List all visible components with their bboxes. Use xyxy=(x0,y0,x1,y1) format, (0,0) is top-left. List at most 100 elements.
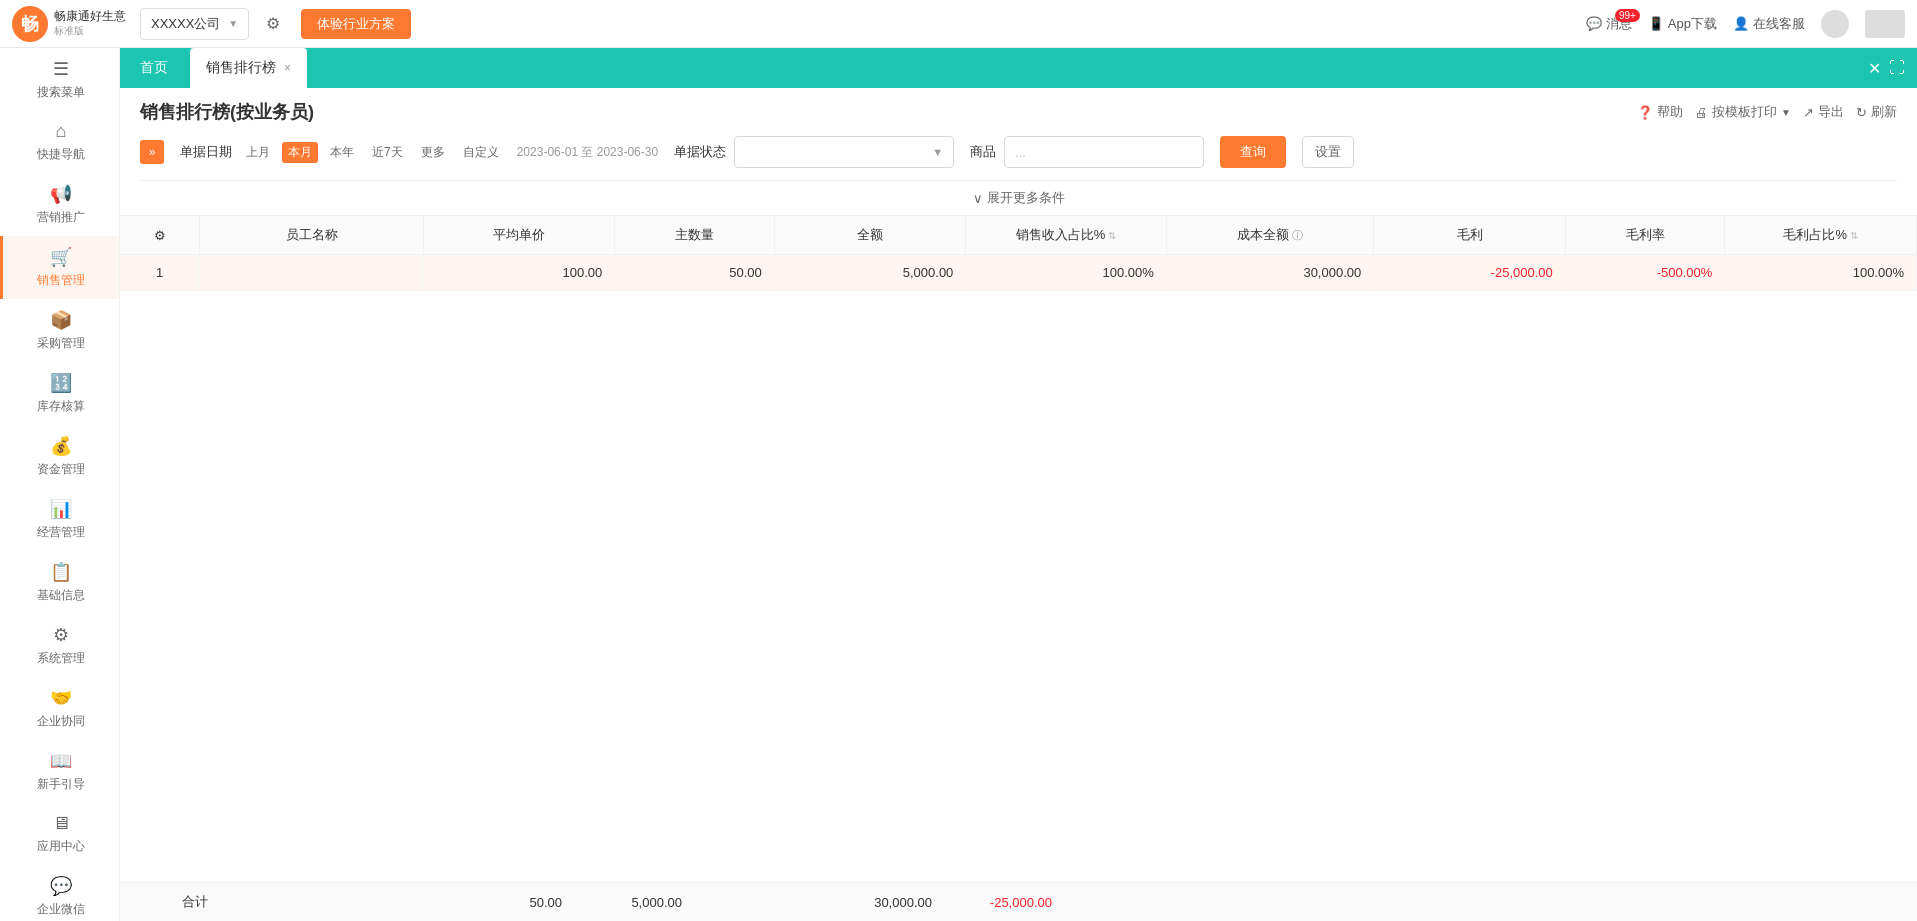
app-download-button[interactable]: 📱 App下载 xyxy=(1648,15,1717,33)
message-badge: 99+ xyxy=(1615,9,1640,22)
date-opt-custom[interactable]: 自定义 xyxy=(457,142,505,163)
date-opt-year[interactable]: 本年 xyxy=(324,142,360,163)
settings-icon[interactable]: ⚙ xyxy=(257,8,289,40)
goods-input[interactable]: ... xyxy=(1004,136,1204,168)
date-opt-prev-month[interactable]: 上月 xyxy=(240,142,276,163)
print-template-label: 按模板打印 xyxy=(1712,103,1777,121)
sidebar-item-management[interactable]: 📊 经营管理 xyxy=(0,488,119,551)
sidebar-item-quicknav[interactable]: ⌂ 快捷导航 xyxy=(0,111,119,173)
cell-rank: 1 xyxy=(120,255,200,291)
sidebar-item-label: 企业协同 xyxy=(37,713,85,730)
message-icon: 💬 xyxy=(1586,16,1602,31)
expand-more-label: 展开更多条件 xyxy=(987,189,1065,207)
footer-cost-cell: 30,000.00 xyxy=(802,895,932,910)
table-spacer xyxy=(120,291,1917,882)
management-icon: 📊 xyxy=(50,498,72,520)
page-title-row: 销售排行榜(按业务员) ❓ 帮助 🖨 按模板打印 ▼ ↗ xyxy=(140,100,1897,124)
export-label: 导出 xyxy=(1818,103,1844,121)
cell-avg-price: 100.00 xyxy=(423,255,615,291)
service-icon: 👤 xyxy=(1733,16,1749,31)
sidebar-item-wechat[interactable]: 💬 企业微信 xyxy=(0,865,119,921)
footer-amount-cell: 5,000.00 xyxy=(562,895,682,910)
page-actions: ❓ 帮助 🖨 按模板打印 ▼ ↗ 导出 ↻ xyxy=(1637,103,1897,121)
expand-more-bar[interactable]: ∨ 展开更多条件 xyxy=(140,180,1897,215)
sidebar-item-finance[interactable]: 💰 资金管理 xyxy=(0,425,119,488)
date-opt-more[interactable]: 更多 xyxy=(415,142,451,163)
sidebar-item-enterprise[interactable]: 🤝 企业协同 xyxy=(0,677,119,740)
message-button[interactable]: 💬 消息 99+ xyxy=(1586,15,1632,33)
sidebar-item-guide[interactable]: 📖 新手引导 xyxy=(0,740,119,803)
tab-sales-ranking[interactable]: 销售排行榜 × xyxy=(190,48,307,88)
col-header-settings[interactable]: ⚙ xyxy=(120,216,200,255)
sidebar-item-marketing[interactable]: 📢 营销推广 xyxy=(0,173,119,236)
filter-row: » 单据日期 上月 本月 本年 近7天 更多 自定义 xyxy=(140,136,1897,168)
appstore-icon: 🖥 xyxy=(52,813,70,834)
trial-button[interactable]: 体验行业方案 xyxy=(301,9,411,39)
chevron-down-icon: ▼ xyxy=(932,146,943,158)
table-header-row: ⚙ 员工名称 平均单价 主数量 全额 销售收入占比%⇅ 成本全额ⓘ xyxy=(120,216,1917,255)
print-icon: 🖨 xyxy=(1695,105,1708,120)
sidebar-item-inventory[interactable]: 🔢 库存核算 xyxy=(0,362,119,425)
chevron-down-icon: ∨ xyxy=(973,191,983,206)
sidebar-item-label: 快捷导航 xyxy=(37,146,85,163)
avatar[interactable] xyxy=(1821,10,1849,38)
sidebar-item-basic[interactable]: 📋 基础信息 xyxy=(0,551,119,614)
sidebar-item-label: 资金管理 xyxy=(37,461,85,478)
tab-home[interactable]: 首页 xyxy=(120,48,188,88)
refresh-button[interactable]: ↻ 刷新 xyxy=(1856,103,1897,121)
data-table: ⚙ 员工名称 平均单价 主数量 全额 销售收入占比%⇅ 成本全额ⓘ xyxy=(120,216,1917,291)
company-selector[interactable]: XXXXX公司 ▼ xyxy=(140,8,249,40)
user-name[interactable] xyxy=(1865,10,1905,38)
info-icon[interactable]: ⓘ xyxy=(1292,229,1303,241)
tab-label: 销售排行榜 xyxy=(206,59,276,77)
sidebar-item-appstore[interactable]: 🖥 应用中心 xyxy=(0,803,119,865)
search-menu-icon: ☰ xyxy=(53,58,69,80)
tab-bar: 首页 销售排行榜 × ✕ ⛶ xyxy=(120,48,1917,88)
cell-gross-rate: -500.00% xyxy=(1565,255,1725,291)
close-window-icon[interactable]: ✕ xyxy=(1868,59,1881,78)
sidebar-item-label: 系统管理 xyxy=(37,650,85,667)
status-filter-label: 单据状态 xyxy=(674,143,726,161)
sidebar-item-system[interactable]: ⚙ 系统管理 xyxy=(0,614,119,677)
export-button[interactable]: ↗ 导出 xyxy=(1803,103,1844,121)
sidebar-item-label: 搜索菜单 xyxy=(37,84,85,101)
refresh-icon: ↻ xyxy=(1856,105,1867,120)
close-icon[interactable]: × xyxy=(284,61,291,75)
table-container: ⚙ 员工名称 平均单价 主数量 全额 销售收入占比%⇅ 成本全额ⓘ xyxy=(120,216,1917,921)
sidebar-item-label: 销售管理 xyxy=(37,272,85,289)
status-select[interactable]: ▼ xyxy=(734,136,954,168)
refresh-label: 刷新 xyxy=(1871,103,1897,121)
footer-label-area: 合计 xyxy=(132,893,342,911)
maximize-icon[interactable]: ⛶ xyxy=(1889,59,1905,77)
date-opt-7days[interactable]: 近7天 xyxy=(366,142,409,163)
chevron-down-icon: ▼ xyxy=(1781,107,1791,118)
goods-input-placeholder: ... xyxy=(1015,145,1026,160)
col-header-gross-pct: 毛利占比%⇅ xyxy=(1725,216,1917,255)
print-template-button[interactable]: 🖨 按模板打印 ▼ xyxy=(1695,103,1791,121)
sort-icon[interactable]: ⇅ xyxy=(1108,230,1116,241)
date-options: 上月 本月 本年 近7天 更多 自定义 xyxy=(240,142,505,163)
sidebar-item-sales[interactable]: 🛒 销售管理 xyxy=(0,236,119,299)
table-row: 1 100.00 50.00 5,000.00 100.00% 30,000.0… xyxy=(120,255,1917,291)
wechat-icon: 💬 xyxy=(50,875,72,897)
main-layout: ☰ 搜索菜单 ⌂ 快捷导航 📢 营销推广 🛒 销售管理 📦 采购管理 🔢 库存核… xyxy=(0,48,1917,921)
help-button[interactable]: ❓ 帮助 xyxy=(1637,103,1683,121)
gear-icon: ⚙ xyxy=(154,228,166,243)
guide-icon: 📖 xyxy=(50,750,72,772)
query-button[interactable]: 查询 xyxy=(1220,136,1286,168)
settings-text-button[interactable]: 设置 xyxy=(1302,136,1354,168)
sidebar-item-search[interactable]: ☰ 搜索菜单 xyxy=(0,48,119,111)
home-icon: ⌂ xyxy=(56,121,67,142)
filter-expand-icon[interactable]: » xyxy=(140,140,164,164)
col-header-cost: 成本全额ⓘ xyxy=(1166,216,1373,255)
app-download-label: App下载 xyxy=(1668,15,1717,33)
logo-text-block: 畅康通好生意 标准版 xyxy=(54,9,126,39)
sidebar-item-purchase[interactable]: 📦 采购管理 xyxy=(0,299,119,362)
date-opt-current-month[interactable]: 本月 xyxy=(282,142,318,163)
online-service-button[interactable]: 👤 在线客服 xyxy=(1733,15,1805,33)
basic-info-icon: 📋 xyxy=(50,561,72,583)
tab-home-label: 首页 xyxy=(140,59,168,77)
tab-bar-right: ✕ ⛶ xyxy=(1868,59,1917,78)
marketing-icon: 📢 xyxy=(50,183,72,205)
sort-icon2[interactable]: ⇅ xyxy=(1850,230,1858,241)
